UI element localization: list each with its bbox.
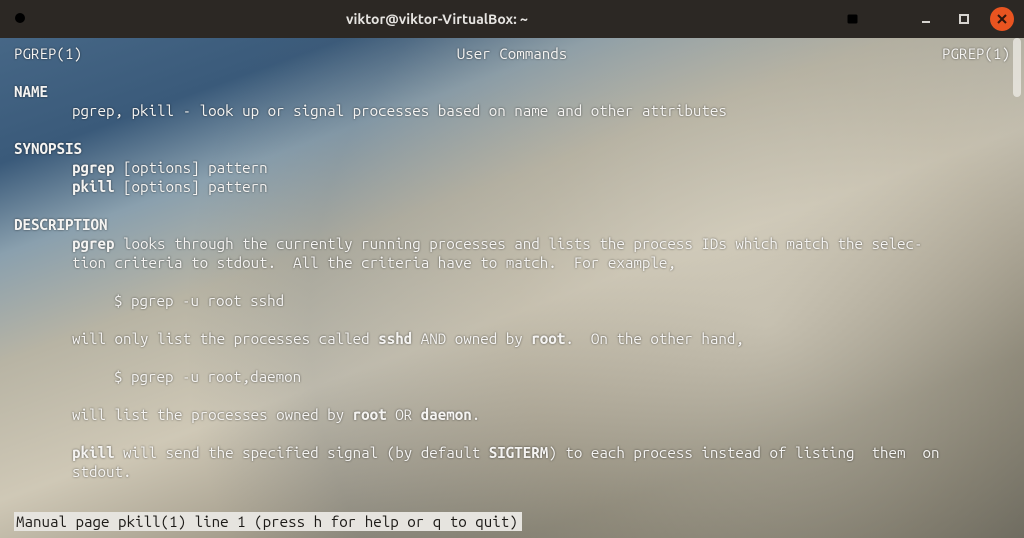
sigterm-bold: SIGTERM (489, 444, 549, 461)
man-header-left: PGREP(1) (14, 44, 82, 63)
minimize-button[interactable] (914, 7, 938, 31)
name-line: pgrep, pkill - look up or signal process… (14, 101, 1010, 120)
new-tab-icon[interactable] (842, 8, 864, 30)
section-name: NAME (14, 82, 1010, 101)
synopsis-pgrep: pgrep [options] pattern (14, 158, 1010, 177)
example1: $ pgrep -u root sshd (14, 291, 1010, 310)
synopsis-pkill-rest: [options] pattern (115, 178, 268, 195)
d4a: will send the specified signal (by defau… (115, 444, 489, 461)
man-status-line: Manual page pkill(1) line 1 (press h for… (14, 512, 522, 531)
root-bold: root (531, 330, 565, 347)
pkill-bold: pkill (72, 178, 115, 195)
d3mid: OR (387, 406, 421, 423)
section-synopsis: SYNOPSIS (14, 139, 1010, 158)
d2tail: . On the other hand, (565, 330, 744, 347)
desc-p1-l1: pgrep looks through the currently runnin… (14, 234, 1010, 253)
root-bold-2: root (353, 406, 387, 423)
search-icon[interactable] (10, 8, 32, 30)
d4tail: ) to each process instead of listing the… (548, 444, 939, 461)
maximize-button[interactable] (952, 7, 976, 31)
d3a: will list the processes owned by (72, 406, 353, 423)
terminal-viewport[interactable]: PGREP(1) User Commands PGREP(1) NAME pgr… (0, 38, 1024, 538)
desc-p2: will only list the processes called sshd… (14, 329, 1010, 348)
desc-p3: will list the processes owned by root OR… (14, 405, 1010, 424)
pkill-bold-2: pkill (72, 444, 115, 461)
man-header-right: PGREP(1) (942, 44, 1010, 63)
synopsis-pkill: pkill [options] pattern (14, 177, 1010, 196)
synopsis-pgrep-rest: [options] pattern (115, 159, 268, 176)
d3tail: . (472, 406, 481, 423)
scrollbar[interactable] (1013, 38, 1021, 533)
desc-p1a: looks through the currently running proc… (115, 235, 923, 252)
desc-p4-l1: pkill will send the specified signal (by… (14, 443, 1010, 462)
window-title: viktor@viktor-VirtualBox: ~ (32, 11, 842, 27)
pgrep-bold: pgrep (72, 159, 115, 176)
desc-p4-l2: stdout. (14, 462, 1010, 481)
window-controls (842, 7, 1014, 31)
man-header: PGREP(1) User Commands PGREP(1) (14, 44, 1010, 63)
example2: $ pgrep -u root,daemon (14, 367, 1010, 386)
man-header-center: User Commands (457, 44, 568, 63)
close-button[interactable] (990, 7, 1014, 31)
daemon-bold: daemon (421, 406, 472, 423)
hamburger-menu-icon[interactable] (878, 8, 900, 30)
desc-pgrep-bold: pgrep (72, 235, 115, 252)
section-description: DESCRIPTION (14, 215, 1010, 234)
scrollbar-thumb[interactable] (1013, 38, 1021, 97)
titlebar: viktor@viktor-VirtualBox: ~ (0, 0, 1024, 38)
d2mid: AND owned by (412, 330, 531, 347)
sshd-bold: sshd (378, 330, 412, 347)
desc-p1-l2: tion criteria to stdout. All the criteri… (14, 253, 1010, 272)
d2a: will only list the processes called (72, 330, 378, 347)
titlebar-left (10, 8, 32, 30)
